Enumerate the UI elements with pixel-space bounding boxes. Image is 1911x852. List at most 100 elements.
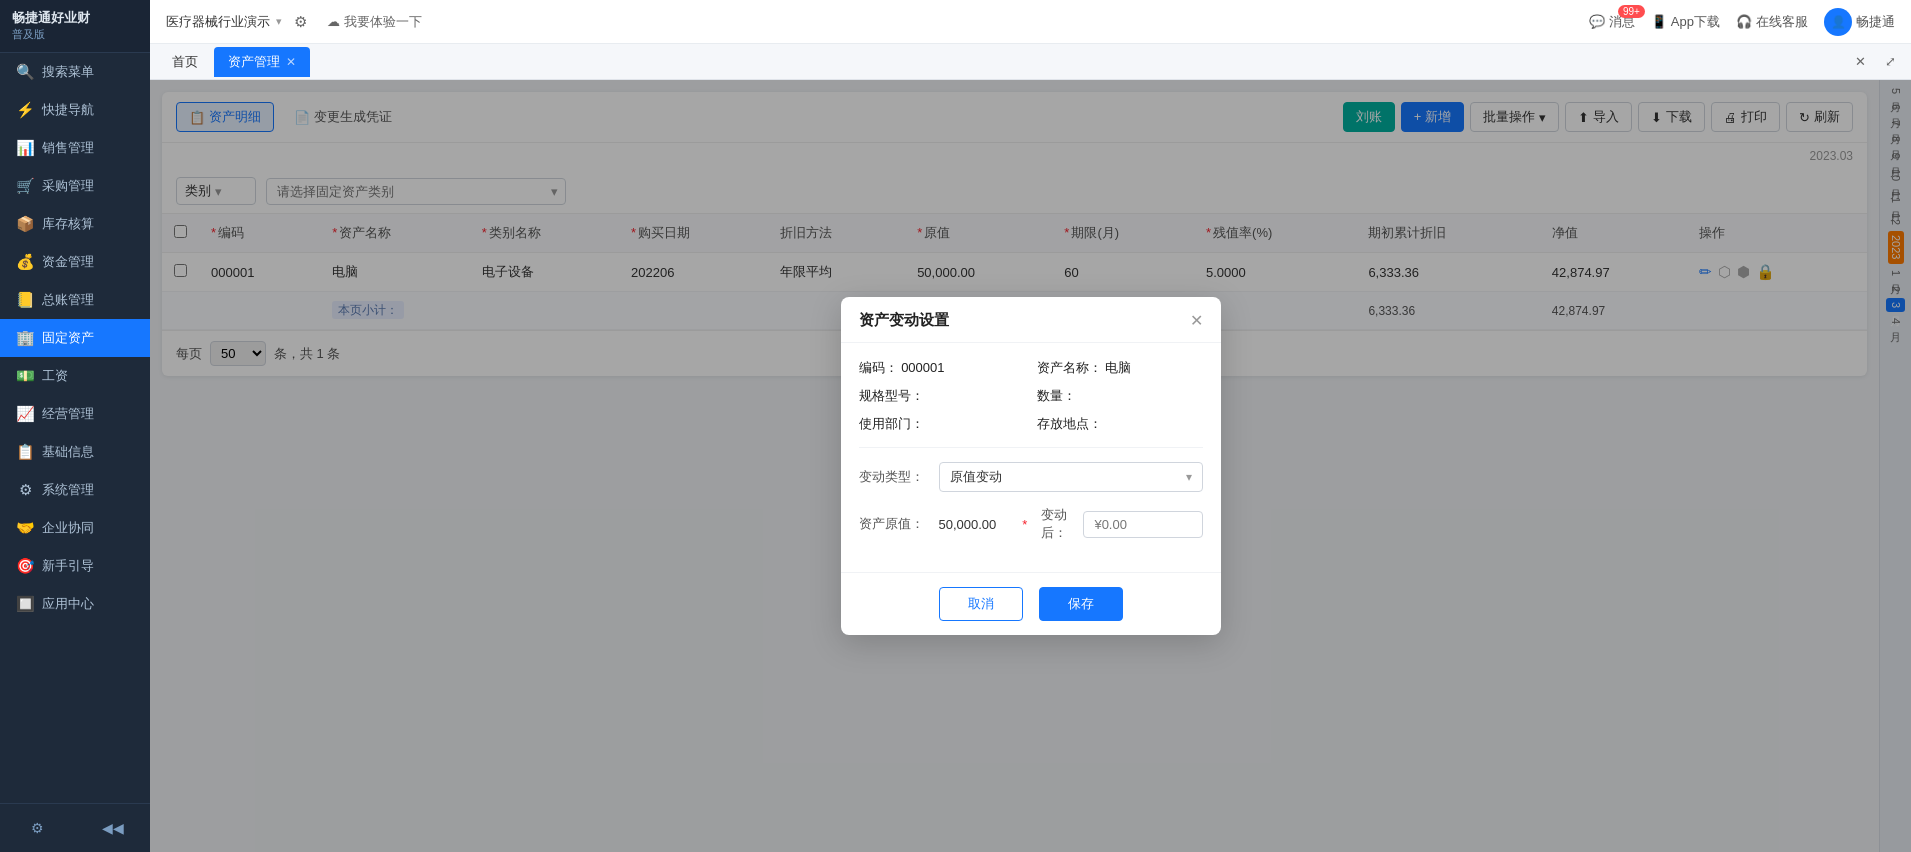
sidebar-label-base-info: 基础信息 xyxy=(42,443,94,461)
company-selector[interactable]: 医疗器械行业演示 ▾ xyxy=(166,13,282,31)
sidebar-label-operations: 经营管理 xyxy=(42,405,94,423)
modal-close-icon[interactable]: ✕ xyxy=(1190,311,1203,330)
sidebar-bottom: ⚙ ◀◀ xyxy=(0,803,150,852)
finance-icon: 💰 xyxy=(16,253,34,271)
app-edition: 普及版 xyxy=(12,27,90,42)
tab-asset-label: 资产管理 xyxy=(228,53,280,71)
cloud-experience[interactable]: ☁ 我要体验一下 xyxy=(327,13,422,31)
sidebar-label-cooperation: 企业协同 xyxy=(42,519,94,537)
modal-code-label: 编码： xyxy=(859,360,898,375)
base-info-icon: 📋 xyxy=(16,443,34,461)
sidebar-item-payroll[interactable]: 💵 工资 xyxy=(0,357,150,395)
modal-spec-value: 规格型号： xyxy=(859,387,1025,405)
modal-code-val: 000001 xyxy=(901,360,944,375)
message-icon: 💬 xyxy=(1589,14,1605,29)
collapse-button[interactable]: ◀◀ xyxy=(75,812,150,844)
sidebar-item-cooperation[interactable]: 🤝 企业协同 xyxy=(0,509,150,547)
modal-department-label: 使用部门： xyxy=(859,416,924,431)
sidebar-label-inventory: 库存核算 xyxy=(42,215,94,233)
sidebar-label-system: 系统管理 xyxy=(42,481,94,499)
modal-overlay: 资产变动设置 ✕ 编码： 000001 资产名称： xyxy=(150,80,1911,852)
modal-code-field: 编码： 000001 xyxy=(859,359,1025,377)
modal-quantity-label: 数量： xyxy=(1037,388,1076,403)
sidebar-item-ledger[interactable]: 📒 总账管理 xyxy=(0,281,150,319)
company-arrow-icon: ▾ xyxy=(276,15,282,28)
modal-change-type-row: 变动类型： 原值变动 ▾ xyxy=(859,462,1203,492)
sidebar-item-base-info[interactable]: 📋 基础信息 xyxy=(0,433,150,471)
sidebar-item-sales[interactable]: 📊 销售管理 xyxy=(0,129,150,167)
modal-location-field: 存放地点： xyxy=(1037,415,1203,433)
tab-asset-close-icon[interactable]: ✕ xyxy=(286,55,296,69)
main-area: 医疗器械行业演示 ▾ ⚙ ☁ 我要体验一下 💬 消息 99+ 📱 App下载 🎧… xyxy=(150,0,1911,852)
cancel-button[interactable]: 取消 xyxy=(939,587,1023,621)
sidebar-item-finance[interactable]: 💰 资金管理 xyxy=(0,243,150,281)
tabbar: 首页 资产管理 ✕ ✕ ⤢ xyxy=(150,44,1911,80)
sidebar-label-sales: 销售管理 xyxy=(42,139,94,157)
user-profile[interactable]: 👤 畅捷通 xyxy=(1824,8,1895,36)
sidebar-item-fixed-assets[interactable]: 🏢 固定资产 xyxy=(0,319,150,357)
sidebar-item-system[interactable]: ⚙ 系统管理 xyxy=(0,471,150,509)
save-button[interactable]: 保存 xyxy=(1039,587,1123,621)
guide-icon: 🎯 xyxy=(16,557,34,575)
sidebar-item-quick-nav[interactable]: ⚡ 快捷导航 xyxy=(0,91,150,129)
modal-department-value: 使用部门： xyxy=(859,415,1025,433)
modal-location-label: 存放地点： xyxy=(1037,416,1102,431)
tabbar-right: ✕ ⤢ xyxy=(1847,49,1903,75)
app-download-button[interactable]: 📱 App下载 xyxy=(1651,13,1720,31)
modal-body: 编码： 000001 资产名称： 电脑 规格型号 xyxy=(841,343,1221,572)
system-icon: ⚙ xyxy=(16,481,34,499)
change-type-arrow-icon: ▾ xyxy=(1186,470,1192,484)
tab-home[interactable]: 首页 xyxy=(158,47,212,77)
purchase-icon: 🛒 xyxy=(16,177,34,195)
download-icon: 📱 xyxy=(1651,14,1667,29)
asset-change-modal: 资产变动设置 ✕ 编码： 000001 资产名称： xyxy=(841,297,1221,635)
sales-icon: 📊 xyxy=(16,139,34,157)
modal-location-value: 存放地点： xyxy=(1037,415,1203,433)
sidebar-item-operations[interactable]: 📈 经营管理 xyxy=(0,395,150,433)
sidebar-label-purchase: 采购管理 xyxy=(42,177,94,195)
tab-expand-button[interactable]: ⤢ xyxy=(1877,49,1903,75)
modal-code-value: 编码： 000001 xyxy=(859,359,1025,377)
change-type-select[interactable]: 原值变动 ▾ xyxy=(939,462,1203,492)
sidebar: 畅捷通好业财 普及版 🔍 搜索菜单 ⚡ 快捷导航 📊 销售管理 🛒 采购管理 📦… xyxy=(0,0,150,852)
after-change-input[interactable] xyxy=(1083,511,1203,538)
topbar: 医疗器械行业演示 ▾ ⚙ ☁ 我要体验一下 💬 消息 99+ 📱 App下载 🎧… xyxy=(150,0,1911,44)
modal-title: 资产变动设置 xyxy=(859,311,949,330)
modal-spec-field: 规格型号： xyxy=(859,387,1025,405)
modal-quantity-value: 数量： xyxy=(1037,387,1203,405)
settings-button[interactable]: ⚙ xyxy=(0,812,75,844)
sidebar-item-purchase[interactable]: 🛒 采购管理 xyxy=(0,167,150,205)
app-logo: 畅捷通好业财 xyxy=(12,10,90,27)
modal-spec-label: 规格型号： xyxy=(859,388,924,403)
settings-icon[interactable]: ⚙ xyxy=(294,13,307,31)
customer-service-button[interactable]: 🎧 在线客服 xyxy=(1736,13,1808,31)
cooperation-icon: 🤝 xyxy=(16,519,34,537)
sidebar-label-ledger: 总账管理 xyxy=(42,291,94,309)
tab-close-button[interactable]: ✕ xyxy=(1847,49,1873,75)
ledger-icon: 📒 xyxy=(16,291,34,309)
sidebar-label-guide: 新手引导 xyxy=(42,557,94,575)
modal-original-value-row: 资产原值： 50,000.00 * 变动后： xyxy=(859,506,1203,542)
modal-name-label: 资产名称： xyxy=(1037,360,1102,375)
modal-department-field: 使用部门： xyxy=(859,415,1025,433)
modal-name-value: 资产名称： 电脑 xyxy=(1037,359,1203,377)
modal-original-value-display: 50,000.00 xyxy=(939,517,997,532)
sidebar-item-search[interactable]: 🔍 搜索菜单 xyxy=(0,53,150,91)
modal-quantity-field: 数量： xyxy=(1037,387,1203,405)
change-type-value: 原值变动 xyxy=(950,468,1186,486)
sidebar-item-guide[interactable]: 🎯 新手引导 xyxy=(0,547,150,585)
fixed-assets-icon: 🏢 xyxy=(16,329,34,347)
sidebar-label-search: 搜索菜单 xyxy=(42,63,94,81)
service-icon: 🎧 xyxy=(1736,14,1752,29)
sidebar-item-app-center[interactable]: 🔲 应用中心 xyxy=(0,585,150,623)
sidebar-nav: 🔍 搜索菜单 ⚡ 快捷导航 📊 销售管理 🛒 采购管理 📦 库存核算 💰 资金管… xyxy=(0,53,150,803)
app-download-label: App下载 xyxy=(1671,13,1720,31)
tab-asset-management[interactable]: 资产管理 ✕ xyxy=(214,47,310,77)
app-center-icon: 🔲 xyxy=(16,595,34,613)
customer-service-label: 在线客服 xyxy=(1756,13,1808,31)
cancel-label: 取消 xyxy=(968,596,994,611)
message-button[interactable]: 💬 消息 99+ xyxy=(1589,13,1635,31)
sidebar-item-inventory[interactable]: 📦 库存核算 xyxy=(0,205,150,243)
topbar-right: 💬 消息 99+ 📱 App下载 🎧 在线客服 👤 畅捷通 xyxy=(1589,8,1895,36)
avatar: 👤 xyxy=(1824,8,1852,36)
